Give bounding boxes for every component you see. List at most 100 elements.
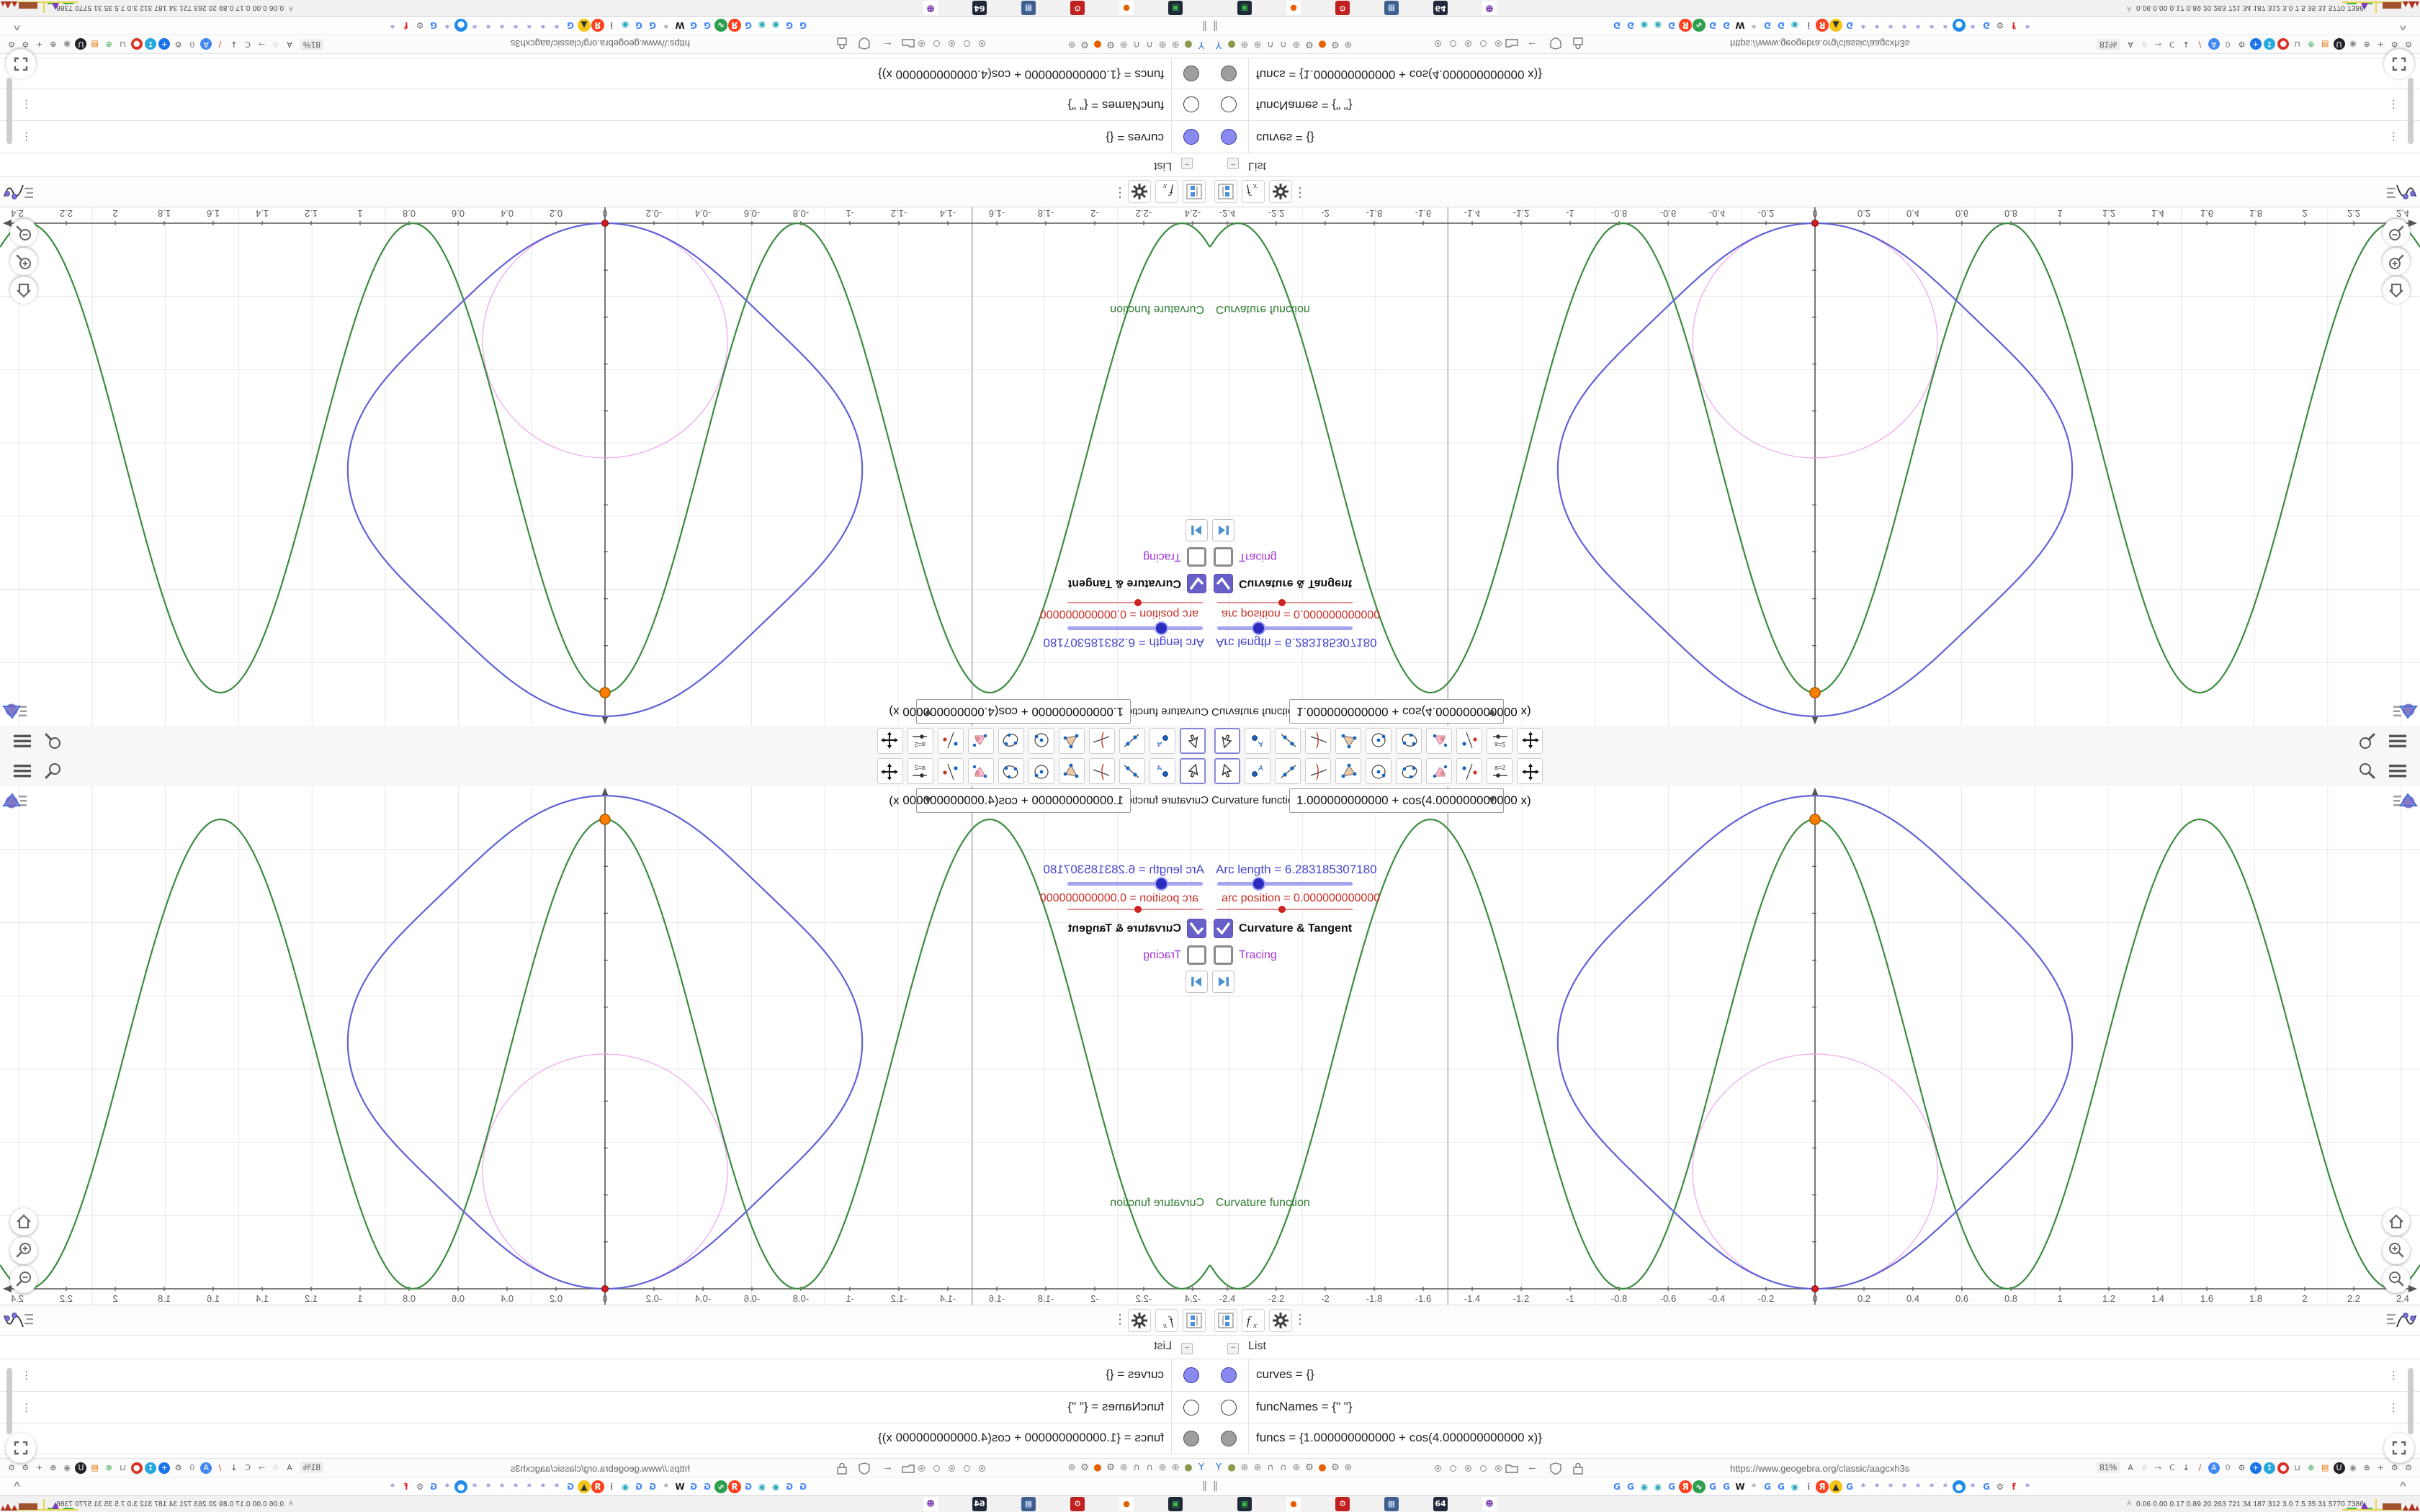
page-zoom-badge[interactable]: 81% xyxy=(2097,1462,2120,1473)
pause-icon[interactable]: ‖ xyxy=(1213,1480,1218,1492)
reflect-tool-button[interactable] xyxy=(938,758,964,784)
updown-icon[interactable]: ↕ xyxy=(145,38,156,50)
fx-output-button[interactable]: fx xyxy=(1155,180,1178,203)
play-button[interactable] xyxy=(1186,519,1208,541)
app-icon-terminal[interactable]: ▣ xyxy=(1168,1497,1183,1511)
info-favicon[interactable]: i xyxy=(605,1480,618,1493)
app-icon-firefox[interactable]: ● xyxy=(1119,1,1134,15)
algebra-row-funcs[interactable]: funcs = {1.000000000000 + cos(4.00000000… xyxy=(1210,1423,2420,1454)
google-favicon[interactable]: G xyxy=(1775,1480,1788,1493)
trash-icon[interactable]: ⊔ xyxy=(2292,1462,2303,1474)
line-tool-button[interactable] xyxy=(1119,758,1145,784)
google-favicon[interactable]: G xyxy=(564,1480,577,1493)
google-favicon[interactable]: G xyxy=(797,19,810,32)
updown-icon[interactable]: ↕ xyxy=(2264,1462,2275,1474)
star-favicon[interactable]: * xyxy=(496,19,508,32)
star-favicon[interactable]: * xyxy=(660,19,673,32)
app-icon-monitor[interactable]: ▦ xyxy=(1021,1497,1036,1511)
arc-length-slider-knob[interactable] xyxy=(1155,877,1168,891)
home-button[interactable] xyxy=(10,1208,37,1236)
gear-icon[interactable]: ⚙ xyxy=(1330,38,1341,50)
orange-point[interactable] xyxy=(1809,814,1821,825)
star-favicon[interactable]: * xyxy=(1870,19,1883,32)
download-icon[interactable]: ↓ xyxy=(2180,38,2192,50)
google-favicon[interactable]: G xyxy=(783,1480,796,1493)
point-tool-button[interactable]: A xyxy=(1245,728,1270,754)
visibility-circle-icon[interactable] xyxy=(1183,129,1199,145)
google-favicon[interactable]: G xyxy=(427,19,440,32)
book-icon[interactable]: ▤ xyxy=(2319,1462,2331,1474)
algebra-row-funcs[interactable]: funcs = {1.000000000000 + cos(4.00000000… xyxy=(0,1423,1210,1454)
angle-tool-button[interactable]: α xyxy=(1426,758,1452,784)
zoom-out-button[interactable] xyxy=(2383,219,2410,246)
main-menu-button[interactable] xyxy=(12,731,32,751)
globe-icon[interactable]: ⊕ xyxy=(1239,1462,1250,1474)
kebab-menu-icon[interactable]: ⋮ xyxy=(1113,1312,1126,1327)
algebra-row-curves[interactable]: curves = {} ⋮ xyxy=(1210,120,2420,153)
yandex-favicon[interactable]: Я xyxy=(728,19,741,32)
geogebra-badge-logo[interactable] xyxy=(1,789,27,815)
tree-view-button[interactable] xyxy=(1214,1309,1237,1332)
app-icon-monitor[interactable]: ▦ xyxy=(1384,1497,1399,1511)
app-icon-settings[interactable]: ⚙ xyxy=(1070,1497,1085,1511)
google-favicon[interactable]: G xyxy=(646,1480,659,1493)
visibility-circle-icon[interactable] xyxy=(1183,1367,1199,1383)
line-tool-button[interactable] xyxy=(1119,728,1145,754)
f-favicon[interactable]: f xyxy=(2007,1480,2020,1493)
picture-favicon[interactable]: ▲ xyxy=(578,1480,591,1493)
globe-icon[interactable]: ⊕ xyxy=(1291,1462,1302,1474)
gear-icon[interactable]: ⚙ xyxy=(1079,38,1090,50)
download-icon[interactable]: ↓ xyxy=(2180,1462,2192,1474)
tracing-checkbox[interactable] xyxy=(1214,945,1233,965)
globe-favicon[interactable]: ◉ xyxy=(756,1480,768,1493)
algebra-row-funcnames[interactable]: funcNames = {" "} ⋮ xyxy=(1210,1392,2420,1423)
polygon-tool-button[interactable] xyxy=(1335,728,1361,754)
collapse-button[interactable]: − xyxy=(1181,158,1193,169)
headset-icon[interactable]: ∩ xyxy=(1144,38,1155,50)
slider-tool-button[interactable]: a=2 xyxy=(1487,728,1512,754)
headset-icon[interactable]: ∩ xyxy=(1144,1462,1155,1474)
row-menu-icon[interactable]: ⋮ xyxy=(2388,1369,2399,1382)
star-favicon[interactable]: * xyxy=(1857,19,1870,32)
wrench-icon[interactable]: ⚙ xyxy=(2389,38,2401,50)
folder-icon[interactable] xyxy=(902,1462,915,1474)
algebra-row-funcs[interactable]: funcs = {1.000000000000 + cos(4.00000000… xyxy=(1210,58,2420,89)
gear-icon[interactable]: ⚙ xyxy=(2236,38,2247,50)
shield-icon[interactable] xyxy=(859,37,870,50)
arc-position-point[interactable] xyxy=(601,220,609,227)
star-favicon[interactable]: * xyxy=(550,1480,563,1493)
wikipedia-favicon[interactable]: W xyxy=(673,19,686,32)
google-favicon[interactable]: G xyxy=(1980,19,1993,32)
shield-icon[interactable] xyxy=(859,1462,870,1475)
gear-icon[interactable]: ⚙ xyxy=(1079,1462,1090,1474)
page-zoom-badge[interactable]: 81% xyxy=(300,1462,323,1473)
google-favicon[interactable]: G xyxy=(564,19,577,32)
f-favicon[interactable]: f xyxy=(2007,19,2020,32)
shield-icon[interactable]: ◉ xyxy=(61,1462,73,1474)
app-icon-firefox[interactable]: ● xyxy=(1286,1497,1301,1511)
app-icon-profile[interactable]: ☻ xyxy=(1482,1497,1497,1511)
thumb-icon[interactable]: + xyxy=(2375,38,2386,50)
url-bar[interactable]: Y ● ⊕ ⊕ ∩ ∩ ⊕ ⚙ ● ⚙ ⊕ ← https://www.geogebra.org/c… xyxy=(0,35,1210,54)
circle-tool-button[interactable] xyxy=(1028,728,1054,754)
collapse-button[interactable]: − xyxy=(1227,158,1239,169)
arc-position-point[interactable] xyxy=(1811,220,1819,227)
tree-view-button[interactable] xyxy=(1183,180,1206,203)
firefox-icon[interactable]: ● xyxy=(1092,38,1103,50)
bookmark-star-icon[interactable]: ☆ xyxy=(270,38,282,50)
pause-icon[interactable]: ‖ xyxy=(1202,1480,1207,1492)
chat-favicon[interactable]: ● xyxy=(454,19,467,32)
add-icon[interactable]: + xyxy=(158,1462,171,1474)
wikipedia-favicon[interactable]: W xyxy=(1734,1480,1747,1493)
record-icon[interactable]: ● xyxy=(130,1462,143,1474)
arc-position-slider-knob[interactable] xyxy=(1278,906,1286,913)
star-favicon[interactable]: * xyxy=(2021,19,2034,32)
scrollbar-thumb[interactable] xyxy=(2408,1368,2414,1434)
url-bar[interactable]: Y ● ⊕ ⊕ ∩ ∩ ⊕ ⚙ ● ⚙ ⊕ ← https://www.geogebra.org/c… xyxy=(1210,1458,2420,1477)
move-view-tool-button[interactable] xyxy=(877,758,903,784)
visibility-circle-icon[interactable] xyxy=(1221,1431,1237,1446)
url-text[interactable]: https://www.geogebra.org/classic/aagcxh3… xyxy=(1730,38,1909,49)
wave-favicon[interactable]: ∿ xyxy=(714,19,727,32)
zoom-in-button[interactable] xyxy=(2383,248,2410,275)
yandex-favicon[interactable]: Я xyxy=(728,1480,741,1493)
